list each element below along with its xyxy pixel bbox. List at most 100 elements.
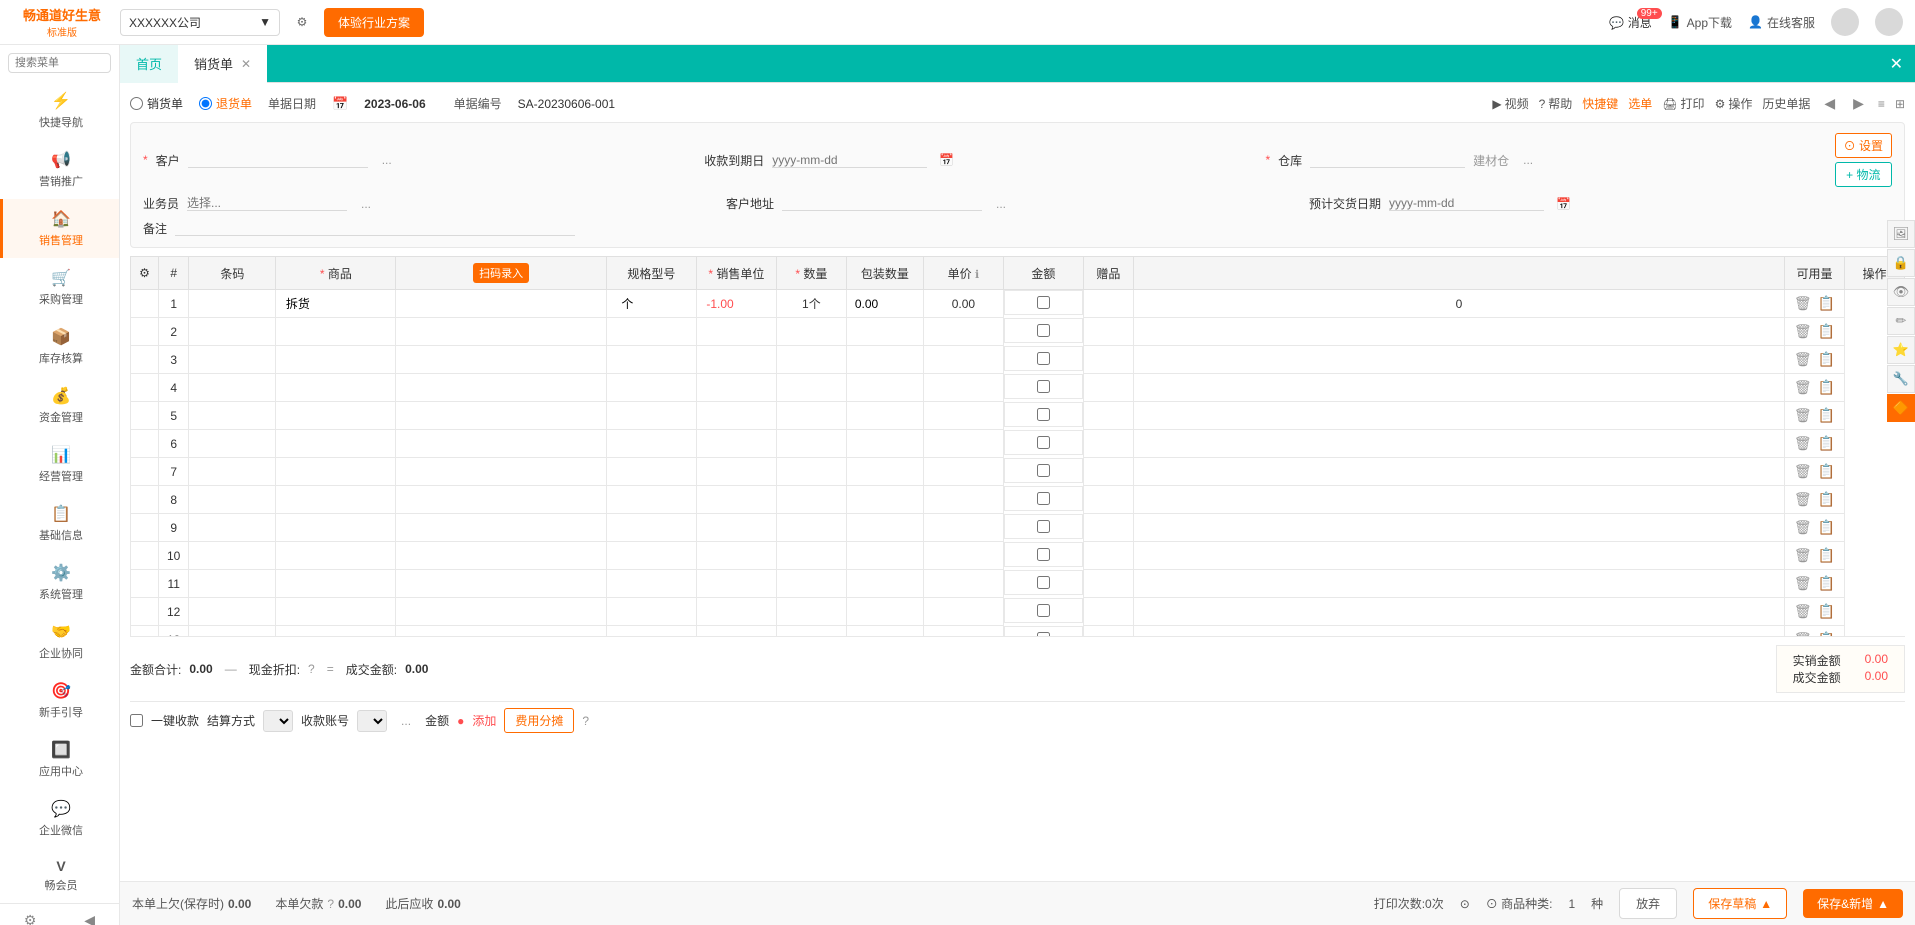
sidebar-item-purchase[interactable]: 🛒 采购管理 xyxy=(0,258,119,317)
sidebar-collapse-icon[interactable]: ◀ xyxy=(84,912,95,925)
cell-spec[interactable] xyxy=(396,626,607,637)
cell-price[interactable] xyxy=(846,318,923,346)
cell-price[interactable] xyxy=(846,290,923,318)
radio-sales[interactable]: 销货单 xyxy=(130,95,183,112)
expense-button[interactable]: 费用分摊 xyxy=(504,708,574,733)
cell-product[interactable] xyxy=(276,542,396,570)
cell-unit[interactable] xyxy=(606,598,696,626)
row-copy-icon[interactable]: 📋 xyxy=(1818,547,1835,564)
cell-barcode[interactable] xyxy=(189,374,276,402)
cell-product[interactable] xyxy=(276,598,396,626)
company-selector[interactable]: XXXXXX公司 ▼ xyxy=(120,9,280,36)
cell-product[interactable] xyxy=(276,626,396,637)
cell-gift[interactable] xyxy=(1004,318,1083,343)
grid-view-icon[interactable]: ⊞ xyxy=(1895,97,1905,111)
cell-spec[interactable] xyxy=(396,598,607,626)
cell-spec[interactable] xyxy=(396,570,607,598)
cell-product[interactable] xyxy=(276,486,396,514)
right-tool-image[interactable]: 🖼 xyxy=(1887,220,1915,248)
app-download-button[interactable]: 📱 App下载 xyxy=(1668,14,1732,31)
cell-gift[interactable] xyxy=(1004,374,1083,399)
right-tool-star[interactable]: ⭐ xyxy=(1887,336,1915,364)
cell-barcode[interactable] xyxy=(189,598,276,626)
cell-qty[interactable] xyxy=(696,318,776,346)
operate-link[interactable]: ⚙ 操作 xyxy=(1715,95,1753,112)
row-copy-icon[interactable]: 📋 xyxy=(1818,435,1835,452)
cell-unit[interactable] xyxy=(606,570,696,598)
sidebar-item-basic[interactable]: 📋 基础信息 xyxy=(0,494,119,553)
cell-price[interactable] xyxy=(846,598,923,626)
cell-product[interactable] xyxy=(276,514,396,542)
row-delete-icon[interactable]: 🗑 xyxy=(1794,463,1812,480)
row-copy-icon[interactable]: 📋 xyxy=(1818,295,1835,312)
avatar-2[interactable] xyxy=(1875,8,1903,36)
cell-price[interactable] xyxy=(846,374,923,402)
row-copy-icon[interactable]: 📋 xyxy=(1818,575,1835,592)
sidebar-settings-icon[interactable]: ⚙ xyxy=(24,912,37,925)
window-close-icon[interactable]: ✕ xyxy=(1878,54,1915,74)
cell-unit[interactable] xyxy=(606,346,696,374)
sidebar-search-area[interactable] xyxy=(0,45,119,81)
cell-spec[interactable] xyxy=(396,430,607,458)
shortcut-link[interactable]: 快捷键 xyxy=(1582,95,1618,112)
cell-gift[interactable] xyxy=(1004,290,1083,315)
cell-unit[interactable] xyxy=(606,402,696,430)
cell-gift[interactable] xyxy=(1004,402,1083,427)
right-tool-edit[interactable]: ✏ xyxy=(1887,307,1915,335)
cell-gift[interactable] xyxy=(1004,598,1083,623)
cell-price[interactable] xyxy=(846,402,923,430)
sidebar-item-wechat[interactable]: 💬 企业微信 xyxy=(0,789,119,848)
cell-gift[interactable] xyxy=(1004,430,1083,455)
cell-qty[interactable] xyxy=(696,570,776,598)
cell-spec[interactable] xyxy=(396,486,607,514)
lack-info-icon[interactable]: ? xyxy=(327,897,334,911)
customer-addr-dots[interactable]: ... xyxy=(996,197,1006,211)
row-copy-icon[interactable]: 📋 xyxy=(1818,379,1835,396)
trial-button[interactable]: 体验行业方案 xyxy=(324,8,424,37)
cell-qty[interactable] xyxy=(696,626,776,637)
row-copy-icon[interactable]: 📋 xyxy=(1818,407,1835,424)
message-button[interactable]: 💬 消息 99+ xyxy=(1609,14,1651,31)
sidebar-item-quicknav[interactable]: ⚡ 快捷导航 xyxy=(0,81,119,140)
cell-product[interactable] xyxy=(276,430,396,458)
right-tool-orange[interactable]: 🔶 xyxy=(1887,394,1915,422)
cell-qty[interactable] xyxy=(696,458,776,486)
avatar[interactable] xyxy=(1831,8,1859,36)
row-delete-icon[interactable]: 🗑 xyxy=(1794,547,1812,564)
row-copy-icon[interactable]: 📋 xyxy=(1818,351,1835,368)
cell-product[interactable] xyxy=(276,374,396,402)
tab-home[interactable]: 首页 xyxy=(120,45,178,83)
cell-qty[interactable] xyxy=(696,346,776,374)
row-delete-icon[interactable]: 🗑 xyxy=(1794,407,1812,424)
row-copy-icon[interactable]: 📋 xyxy=(1818,603,1835,620)
right-tool-eye[interactable]: 👁 xyxy=(1887,278,1915,306)
cell-unit[interactable] xyxy=(606,290,696,318)
customer-addr-input[interactable] xyxy=(782,196,982,211)
cell-barcode[interactable] xyxy=(189,458,276,486)
print-link[interactable]: 🖨 打印 xyxy=(1662,95,1704,112)
video-link[interactable]: ▶ 视频 xyxy=(1492,95,1528,112)
cell-product[interactable] xyxy=(276,458,396,486)
radio-return[interactable]: 退货单 xyxy=(199,95,252,112)
cell-barcode[interactable] xyxy=(189,290,276,318)
right-tool-gear[interactable]: 🔧 xyxy=(1887,365,1915,393)
sidebar-item-system[interactable]: ⚙️ 系统管理 xyxy=(0,553,119,612)
cell-gift[interactable] xyxy=(1004,458,1083,483)
settings-icon[interactable]: ⚙ xyxy=(288,8,316,36)
cell-barcode[interactable] xyxy=(189,402,276,430)
cell-qty[interactable] xyxy=(696,542,776,570)
cell-spec[interactable] xyxy=(396,346,607,374)
cell-barcode[interactable] xyxy=(189,514,276,542)
cell-qty[interactable] xyxy=(696,374,776,402)
remarks-input[interactable] xyxy=(175,221,575,236)
account-select[interactable] xyxy=(357,710,387,732)
sidebar-item-sales[interactable]: 🏠 销售管理 xyxy=(0,199,119,258)
row-copy-icon[interactable]: 📋 xyxy=(1818,631,1835,636)
history-link[interactable]: 历史单据 xyxy=(1762,95,1810,112)
online-service-button[interactable]: 👤 在线客服 xyxy=(1748,14,1815,31)
cell-spec[interactable] xyxy=(396,290,607,318)
cell-product[interactable] xyxy=(276,318,396,346)
delivery-date-input[interactable] xyxy=(1389,196,1544,211)
price-info-icon[interactable]: ℹ xyxy=(975,269,979,281)
sidebar-item-inventory[interactable]: 📦 库存核算 xyxy=(0,317,119,376)
